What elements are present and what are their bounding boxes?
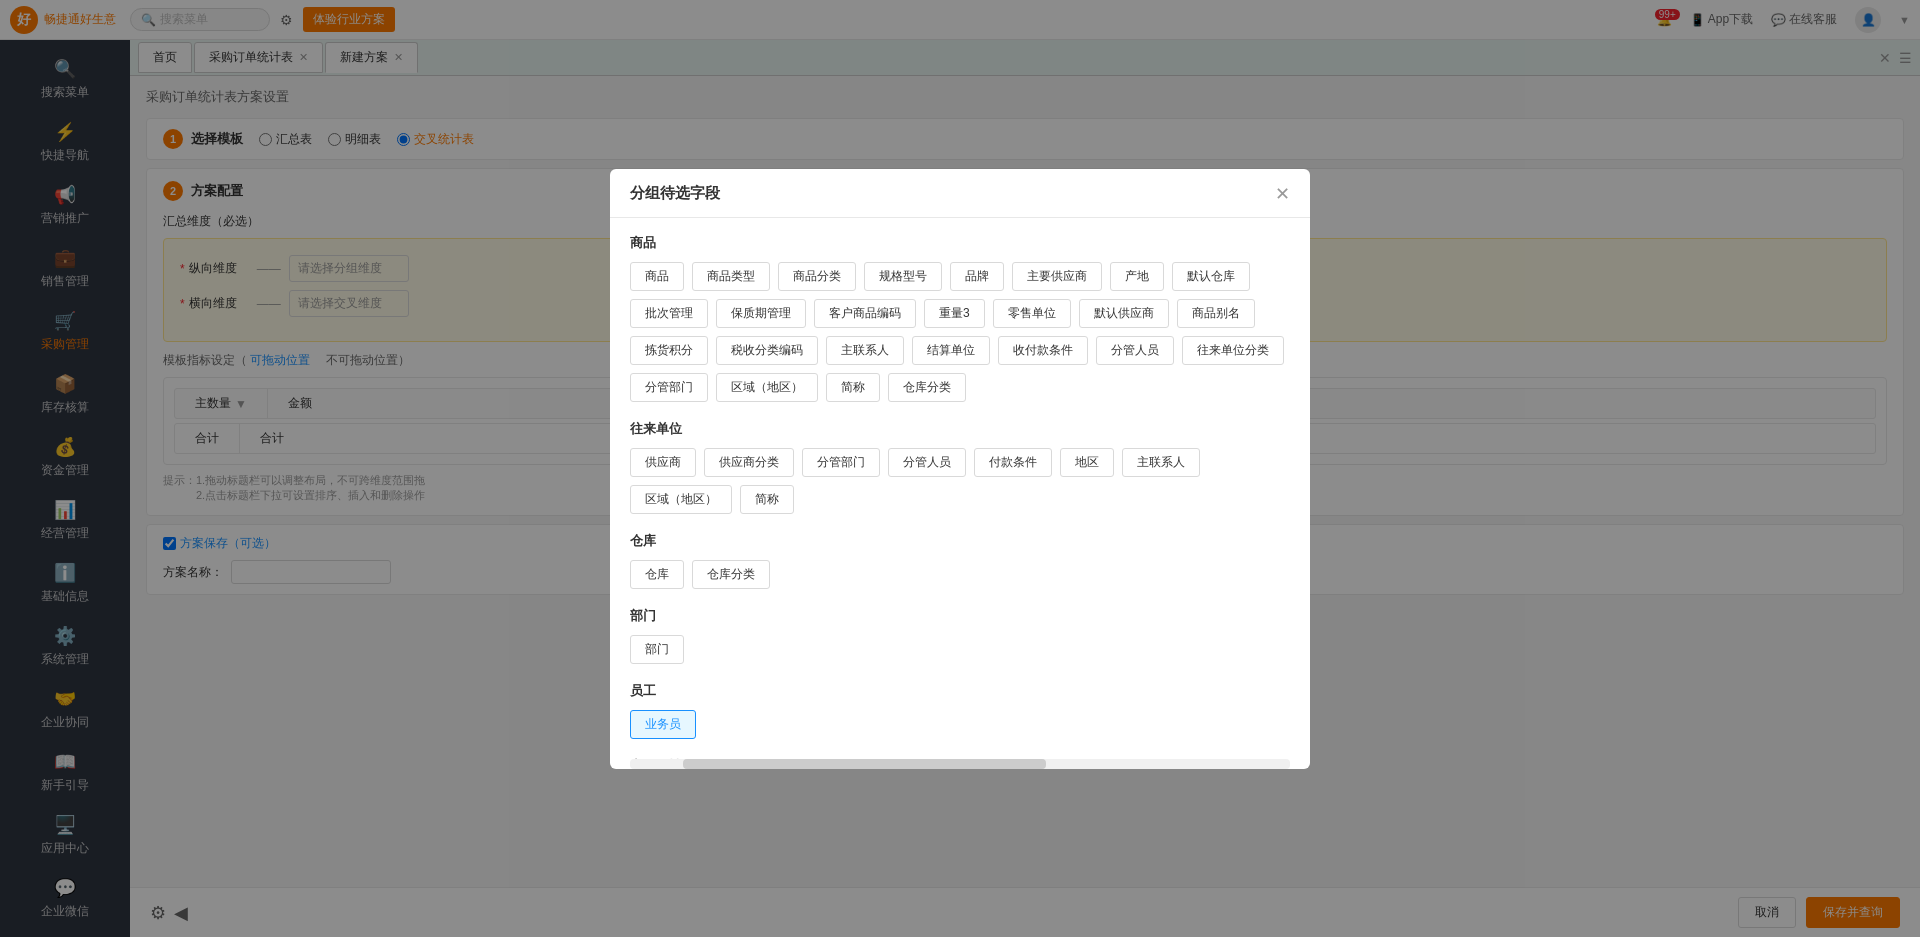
field-tag-0-15[interactable]: 拣货积分	[630, 336, 708, 365]
field-section-3: 部门部门	[630, 607, 1290, 664]
section-title-1: 往来单位	[630, 420, 1290, 438]
field-tag-0-17[interactable]: 主联系人	[826, 336, 904, 365]
field-tag-2-0[interactable]: 仓库	[630, 560, 684, 589]
field-tag-0-9[interactable]: 保质期管理	[716, 299, 806, 328]
field-tag-0-19[interactable]: 收付款条件	[998, 336, 1088, 365]
field-tag-0-1[interactable]: 商品类型	[692, 262, 770, 291]
modal-title: 分组待选字段	[630, 184, 720, 203]
field-tag-0-25[interactable]: 仓库分类	[888, 373, 966, 402]
field-section-4: 员工业务员	[630, 682, 1290, 739]
field-tag-1-8[interactable]: 简称	[740, 485, 794, 514]
section-title-3: 部门	[630, 607, 1290, 625]
field-tag-0-21[interactable]: 往来单位分类	[1182, 336, 1284, 365]
field-tag-1-2[interactable]: 分管部门	[802, 448, 880, 477]
modal-close-button[interactable]: ✕	[1275, 183, 1290, 205]
field-tag-1-6[interactable]: 主联系人	[1122, 448, 1200, 477]
field-section-0: 商品商品商品类型商品分类规格型号品牌主要供应商产地默认仓库批次管理保质期管理客户…	[630, 234, 1290, 402]
field-tag-1-3[interactable]: 分管人员	[888, 448, 966, 477]
field-tag-1-4[interactable]: 付款条件	[974, 448, 1052, 477]
section-title-2: 仓库	[630, 532, 1290, 550]
field-tag-1-7[interactable]: 区域（地区）	[630, 485, 732, 514]
field-tag-1-5[interactable]: 地区	[1060, 448, 1114, 477]
field-tag-0-22[interactable]: 分管部门	[630, 373, 708, 402]
field-tag-0-11[interactable]: 重量3	[924, 299, 985, 328]
field-tag-0-18[interactable]: 结算单位	[912, 336, 990, 365]
modal-overlay[interactable]: 分组待选字段 ✕ 商品商品商品类型商品分类规格型号品牌主要供应商产地默认仓库批次…	[0, 0, 1920, 937]
section-title-0: 商品	[630, 234, 1290, 252]
modal-body: 商品商品商品类型商品分类规格型号品牌主要供应商产地默认仓库批次管理保质期管理客户…	[610, 218, 1310, 759]
field-tag-0-7[interactable]: 默认仓库	[1172, 262, 1250, 291]
field-tag-0-3[interactable]: 规格型号	[864, 262, 942, 291]
section-title-4: 员工	[630, 682, 1290, 700]
field-tag-0-4[interactable]: 品牌	[950, 262, 1004, 291]
field-tag-1-0[interactable]: 供应商	[630, 448, 696, 477]
field-tag-0-24[interactable]: 简称	[826, 373, 880, 402]
field-section-2: 仓库仓库仓库分类	[630, 532, 1290, 589]
field-tags-0: 商品商品类型商品分类规格型号品牌主要供应商产地默认仓库批次管理保质期管理客户商品…	[630, 262, 1290, 402]
field-tag-0-8[interactable]: 批次管理	[630, 299, 708, 328]
field-tag-3-0[interactable]: 部门	[630, 635, 684, 664]
field-tag-0-16[interactable]: 税收分类编码	[716, 336, 818, 365]
field-tag-0-20[interactable]: 分管人员	[1096, 336, 1174, 365]
field-tag-0-13[interactable]: 默认供应商	[1079, 299, 1169, 328]
modal-header: 分组待选字段 ✕	[610, 169, 1310, 218]
field-tags-4: 业务员	[630, 710, 1290, 739]
field-tag-0-6[interactable]: 产地	[1110, 262, 1164, 291]
field-tag-2-1[interactable]: 仓库分类	[692, 560, 770, 589]
field-tag-0-14[interactable]: 商品别名	[1177, 299, 1255, 328]
field-section-1: 往来单位供应商供应商分类分管部门分管人员付款条件地区主联系人区域（地区） 简称	[630, 420, 1290, 514]
field-tags-3: 部门	[630, 635, 1290, 664]
field-tag-1-1[interactable]: 供应商分类	[704, 448, 794, 477]
field-tag-4-0[interactable]: 业务员	[630, 710, 696, 739]
field-tags-1: 供应商供应商分类分管部门分管人员付款条件地区主联系人区域（地区） 简称	[630, 448, 1290, 514]
field-tag-0-23[interactable]: 区域（地区）	[716, 373, 818, 402]
field-tag-0-5[interactable]: 主要供应商	[1012, 262, 1102, 291]
field-tag-0-2[interactable]: 商品分类	[778, 262, 856, 291]
field-tag-0-12[interactable]: 零售单位	[993, 299, 1071, 328]
field-tag-0-0[interactable]: 商品	[630, 262, 684, 291]
field-select-modal: 分组待选字段 ✕ 商品商品商品类型商品分类规格型号品牌主要供应商产地默认仓库批次…	[610, 169, 1310, 769]
field-tag-0-10[interactable]: 客户商品编码	[814, 299, 916, 328]
field-tags-2: 仓库仓库分类	[630, 560, 1290, 589]
